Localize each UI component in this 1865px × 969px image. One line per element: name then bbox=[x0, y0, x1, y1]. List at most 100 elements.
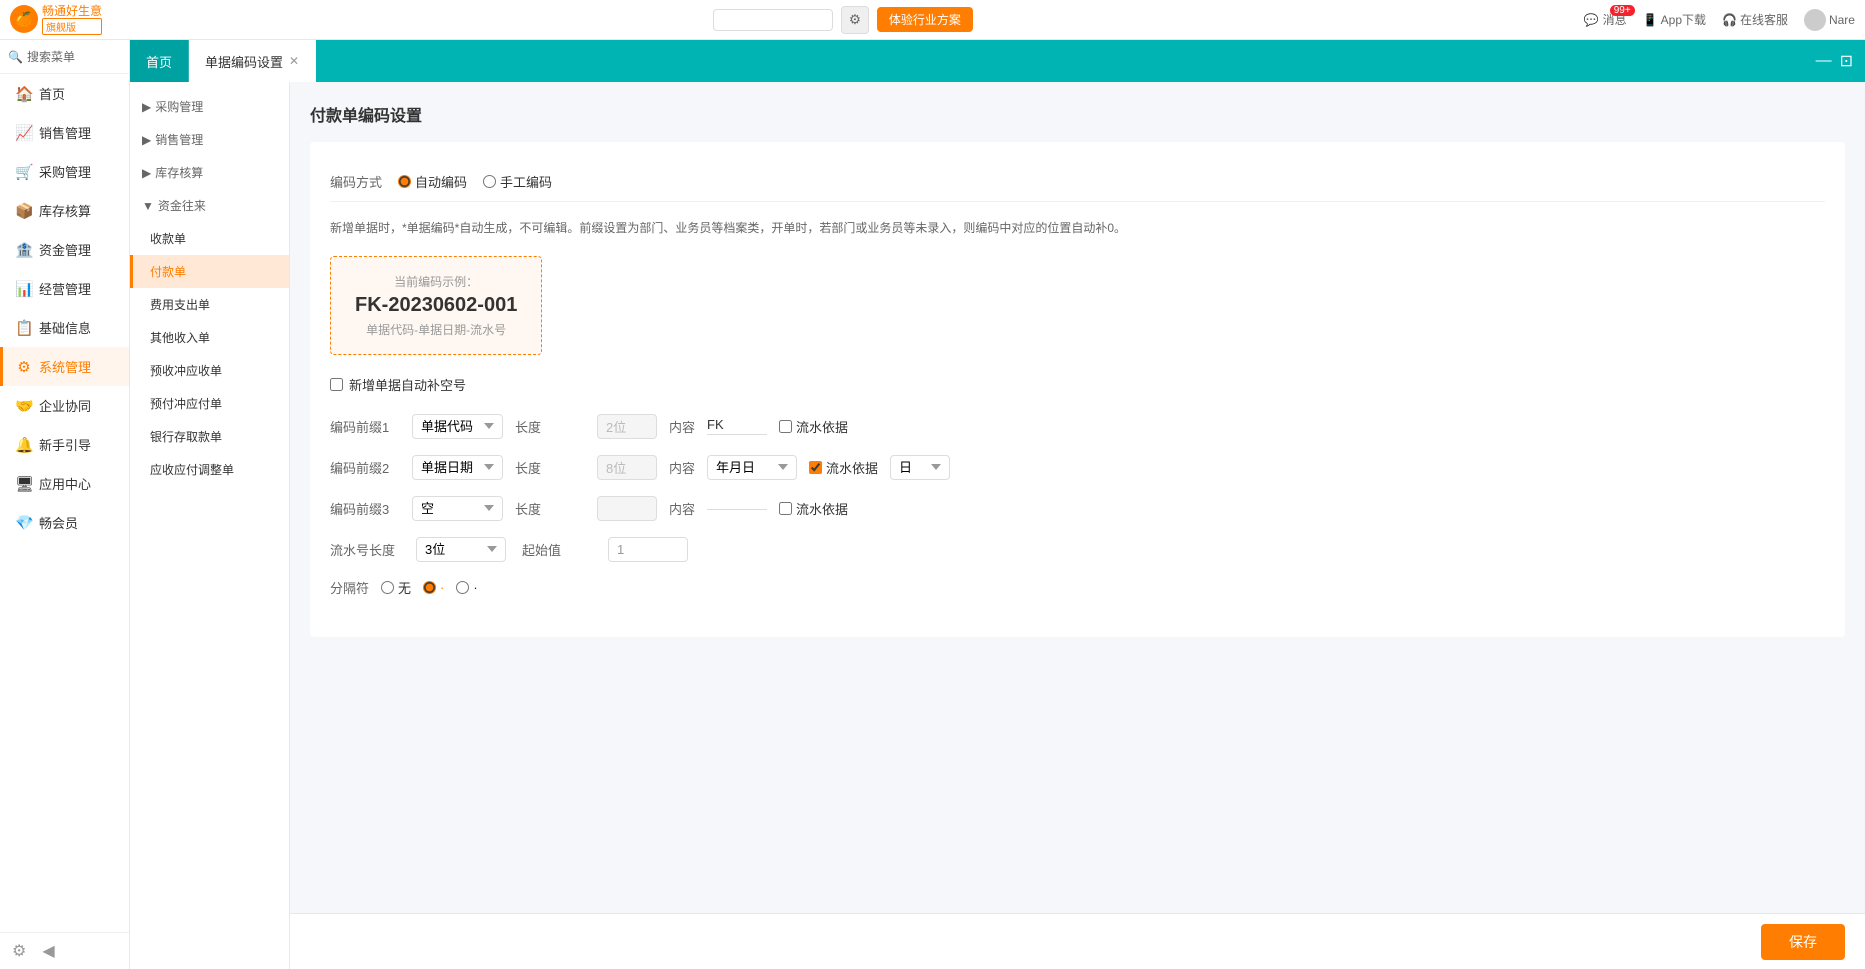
sidebar-label-apps: 应用中心 bbox=[39, 474, 91, 493]
lsyj2-checkbox[interactable] bbox=[809, 461, 822, 474]
config-row-1: 编码前缀1 单据代码 单据日期 部门 业务员 空 长度 bbox=[330, 414, 1825, 439]
content-area: ▶ 采购管理 ▶ 销售管理 ▶ 库存核算 bbox=[130, 82, 1865, 969]
collapse-icon[interactable]: ◀ bbox=[42, 941, 54, 961]
sub-group-funds-header[interactable]: ▼ 资金往来 bbox=[130, 189, 289, 222]
sidebar-item-member[interactable]: 💎 畅会员 bbox=[0, 503, 129, 542]
content2-select[interactable]: 年月日 年月 年 bbox=[707, 455, 797, 480]
prefix2-select[interactable]: 单据代码 单据日期 部门 业务员 空 bbox=[412, 455, 503, 480]
sub-group-purchase-header[interactable]: ▶ 采购管理 bbox=[130, 90, 289, 123]
trial-button[interactable]: 体验行业方案 bbox=[877, 7, 973, 32]
manual-code-label: 手工编码 bbox=[500, 172, 552, 191]
message-button[interactable]: 💬 消息 99+ bbox=[1584, 11, 1627, 28]
system-icon: ⚙ bbox=[15, 358, 33, 376]
prefix2-label: 编码前缀2 bbox=[330, 458, 400, 477]
service-icon: 🎧 bbox=[1722, 13, 1737, 27]
lsyj2-label: 流水依据 bbox=[826, 458, 878, 477]
content3-label: 内容 bbox=[669, 499, 695, 518]
enterprise-icon: 🤝 bbox=[15, 397, 33, 415]
sub-item-fukuan[interactable]: 付款单 bbox=[130, 255, 289, 288]
sub-item-shoukuan[interactable]: 收款单 bbox=[130, 222, 289, 255]
close-tab-icon[interactable]: ✕ bbox=[289, 54, 299, 68]
auto-code-label: 自动编码 bbox=[415, 172, 467, 191]
content2-label: 内容 bbox=[669, 458, 695, 477]
app-download-button[interactable]: 📱 App下载 bbox=[1643, 11, 1706, 28]
sub-item-feiyong[interactable]: 费用支出单 bbox=[130, 288, 289, 321]
auto-fill-checkbox[interactable] bbox=[330, 378, 343, 391]
maximize-icon[interactable]: ⊡ bbox=[1840, 51, 1853, 71]
sidebar-item-operation[interactable]: 📊 经营管理 bbox=[0, 269, 129, 308]
prefix1-select-wrapper: 单据代码 单据日期 部门 业务员 空 bbox=[412, 414, 503, 439]
content1-value: FK bbox=[707, 417, 767, 435]
sidebar-item-apps[interactable]: 🖥 应用中心 bbox=[0, 464, 129, 503]
lsyj3-checkbox[interactable] bbox=[779, 502, 792, 515]
preview-sub: 单据代码-单据日期-流水号 bbox=[355, 321, 517, 338]
tab-home[interactable]: 首页 bbox=[130, 40, 189, 82]
lsyj2-group: 流水依据 bbox=[809, 458, 878, 477]
sidebar-label-operation: 经营管理 bbox=[39, 279, 91, 298]
sidebar-label-system: 系统管理 bbox=[39, 357, 91, 376]
content2-select-wrapper: 年月日 年月 年 bbox=[707, 455, 797, 480]
start-value-input[interactable] bbox=[608, 537, 688, 562]
sep-dot-option[interactable]: · bbox=[423, 580, 444, 595]
manual-code-option[interactable]: 手工编码 bbox=[483, 172, 552, 191]
tab-encoding[interactable]: 单据编码设置 ✕ bbox=[189, 40, 316, 82]
config-row-2: 编码前缀2 单据代码 单据日期 部门 业务员 空 长度 bbox=[330, 455, 1825, 480]
sub-group-sales-header[interactable]: ▶ 销售管理 bbox=[130, 123, 289, 156]
sub-item-yinhang[interactable]: 银行存取款单 bbox=[130, 420, 289, 453]
auto-code-option[interactable]: 自动编码 bbox=[398, 172, 467, 191]
user-menu[interactable]: Nare bbox=[1804, 9, 1855, 31]
sidebar-item-system[interactable]: ⚙ 系统管理 bbox=[0, 347, 129, 386]
minimize-icon[interactable]: — bbox=[1816, 52, 1832, 70]
sep-dot-radio[interactable] bbox=[423, 581, 436, 594]
sidebar-item-inventory[interactable]: 📦 库存核算 bbox=[0, 191, 129, 230]
sidebar-item-sales[interactable]: 📈 销售管理 bbox=[0, 113, 129, 152]
brand-logo: 🍊 bbox=[10, 5, 38, 33]
lsyj1-checkbox[interactable] bbox=[779, 420, 792, 433]
sub-item-yingshou[interactable]: 应收应付调整单 bbox=[130, 453, 289, 486]
sep-none-option[interactable]: 无 bbox=[381, 578, 411, 597]
sidebar-item-guide[interactable]: 🔔 新手引导 bbox=[0, 425, 129, 464]
sidebar-item-home[interactable]: 🏠 首页 bbox=[0, 74, 129, 113]
config-row-3: 编码前缀3 单据代码 单据日期 部门 业务员 空 长度 bbox=[330, 496, 1825, 521]
online-service-button[interactable]: 🎧 在线客服 bbox=[1722, 11, 1788, 28]
sidebar-search[interactable]: 🔍 搜索菜单 bbox=[0, 40, 129, 74]
prefix3-select[interactable]: 单据代码 单据日期 部门 业务员 空 bbox=[412, 496, 503, 521]
company-select[interactable] bbox=[713, 9, 833, 31]
gear-button[interactable]: ⚙ bbox=[841, 6, 869, 34]
save-button[interactable]: 保存 bbox=[1761, 924, 1845, 960]
sub-item-qita[interactable]: 其他收入单 bbox=[130, 321, 289, 354]
sub-group-inventory-header[interactable]: ▶ 库存核算 bbox=[130, 156, 289, 189]
separator-row: 分隔符 无 · · bbox=[330, 578, 1825, 597]
sep-none-radio[interactable] bbox=[381, 581, 394, 594]
sidebar-label-enterprise: 企业协同 bbox=[39, 396, 91, 415]
prefix3-select-wrapper: 单据代码 单据日期 部门 业务员 空 bbox=[412, 496, 503, 521]
top-bar: 🍊 畅通好生意 旗舰版 ⚙ 体验行业方案 💬 消息 99+ 📱 App下载 🎧 … bbox=[0, 0, 1865, 40]
prefix3-label: 编码前缀3 bbox=[330, 499, 400, 518]
encoding-card: 编码方式 自动编码 手工编码 bbox=[310, 142, 1845, 637]
settings-bottom-icon[interactable]: ⚙ bbox=[12, 941, 26, 961]
tab-encoding-label: 单据编码设置 bbox=[205, 52, 283, 71]
sep-dot2-radio[interactable] bbox=[456, 581, 469, 594]
length1-label: 长度 bbox=[515, 417, 585, 436]
sub-group-funds-label: 资金往来 bbox=[158, 197, 206, 214]
sidebar-label-finance: 资金管理 bbox=[39, 240, 91, 259]
footer-bar: 保存 bbox=[290, 913, 1865, 969]
sub-group-sales: ▶ 销售管理 bbox=[130, 123, 289, 156]
sub-group-inventory-label: 库存核算 bbox=[155, 164, 203, 181]
period-select[interactable]: 日 月 年 bbox=[890, 455, 950, 480]
member-icon: 💎 bbox=[15, 514, 33, 532]
start-value-label: 起始值 bbox=[522, 540, 592, 559]
sub-group-purchase-label: 采购管理 bbox=[155, 98, 203, 115]
sep-dot2-option[interactable]: · bbox=[456, 580, 477, 595]
guide-icon: 🔔 bbox=[15, 436, 33, 454]
auto-code-radio[interactable] bbox=[398, 175, 411, 188]
sidebar-item-finance[interactable]: 🏦 资金管理 bbox=[0, 230, 129, 269]
sidebar-item-enterprise[interactable]: 🤝 企业协同 bbox=[0, 386, 129, 425]
serial-length-select[interactable]: 3位 4位 5位 6位 bbox=[416, 537, 506, 562]
prefix1-select[interactable]: 单据代码 单据日期 部门 业务员 空 bbox=[412, 414, 503, 439]
sub-item-yushou[interactable]: 预收冲应收单 bbox=[130, 354, 289, 387]
manual-code-radio[interactable] bbox=[483, 175, 496, 188]
sidebar-item-purchase[interactable]: 🛒 采购管理 bbox=[0, 152, 129, 191]
sub-item-yufu[interactable]: 预付冲应付单 bbox=[130, 387, 289, 420]
sidebar-item-basic[interactable]: 📋 基础信息 bbox=[0, 308, 129, 347]
